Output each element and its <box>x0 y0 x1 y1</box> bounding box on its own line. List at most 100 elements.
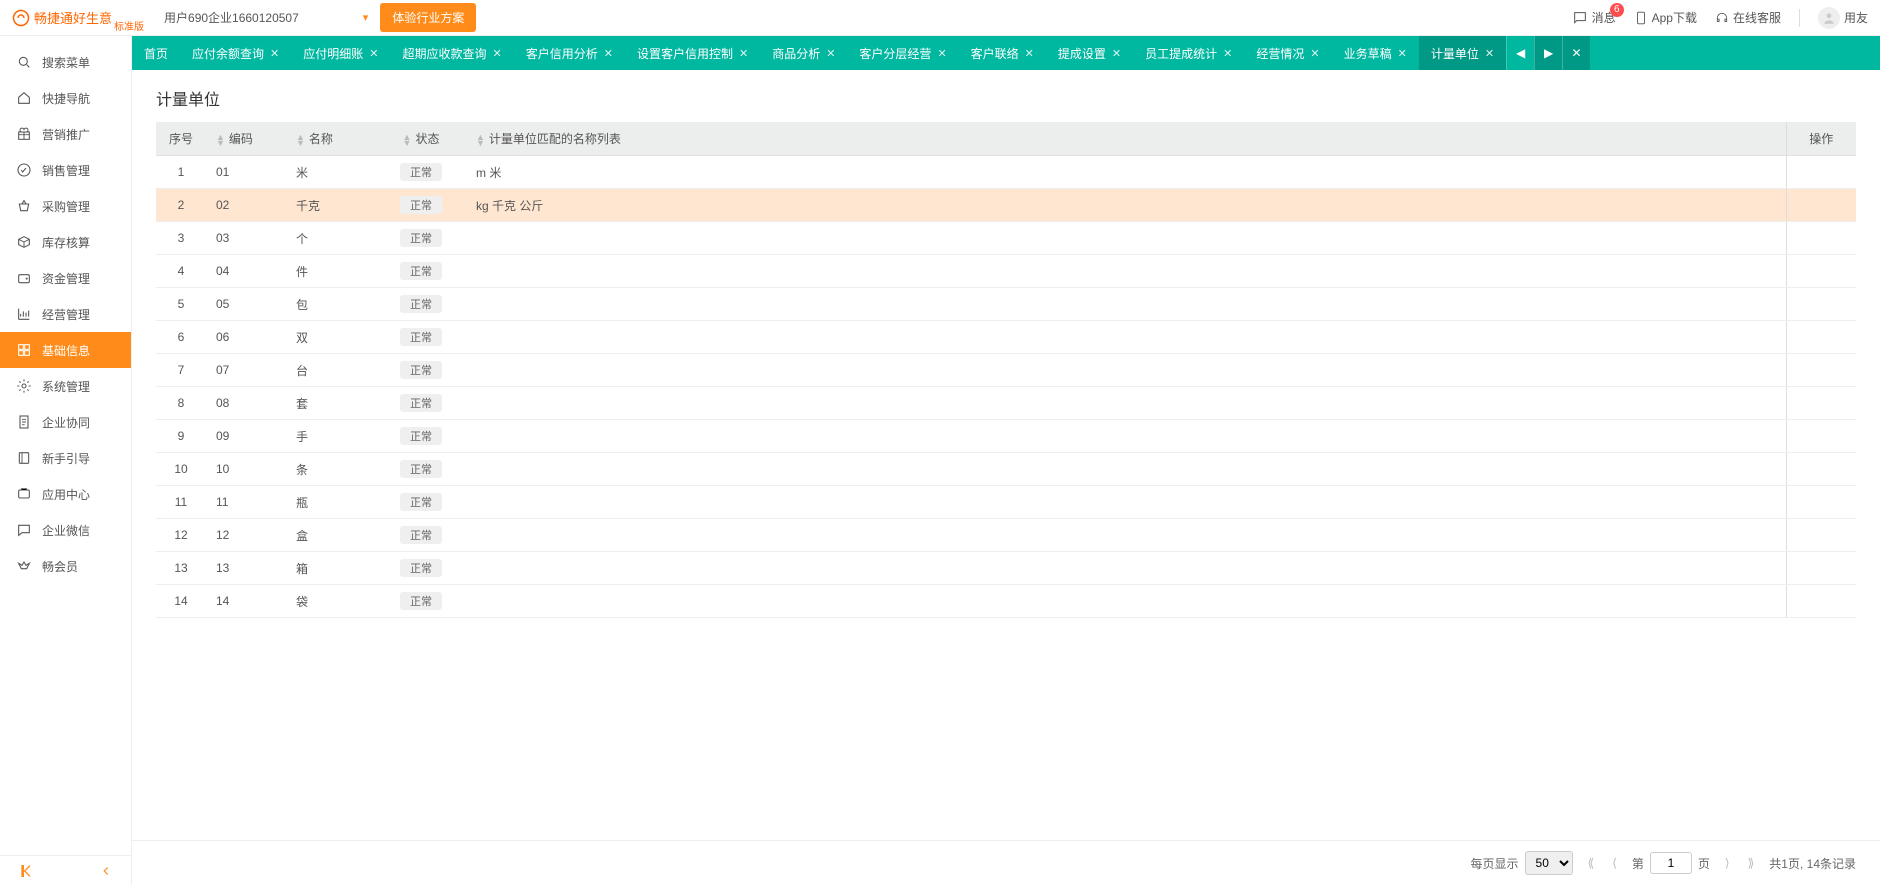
sidebar-item-12[interactable]: 应用中心 <box>0 476 131 512</box>
cell-operation <box>1786 519 1856 552</box>
tabs-close-all[interactable]: ✕ <box>1562 36 1590 70</box>
close-icon[interactable]: ✕ <box>826 47 835 60</box>
sidebar-item-14[interactable]: 畅会员 <box>0 548 131 584</box>
cell-code: 13 <box>206 552 286 585</box>
sidebar-item-label: 畅会员 <box>42 558 78 575</box>
tab-13[interactable]: 计量单位✕ <box>1419 36 1506 70</box>
sidebar-item-8[interactable]: 基础信息 <box>0 332 131 368</box>
tab-10[interactable]: 员工提成统计✕ <box>1133 36 1244 70</box>
cell-name: 瓶 <box>286 486 376 519</box>
close-icon[interactable]: ✕ <box>739 47 748 60</box>
cell-alias <box>466 222 1786 255</box>
tab-3[interactable]: 超期应收款查询✕ <box>390 36 513 70</box>
sidebar-item-2[interactable]: 营销推广 <box>0 116 131 152</box>
user-menu[interactable]: 用友 <box>1818 7 1868 29</box>
sidebar-item-0[interactable]: 搜索菜单 <box>0 44 131 80</box>
close-icon[interactable]: ✕ <box>604 47 613 60</box>
cell-code: 08 <box>206 387 286 420</box>
page-last-button[interactable]: ⟫ <box>1745 856 1758 870</box>
tab-9[interactable]: 提成设置✕ <box>1046 36 1133 70</box>
cell-operation <box>1786 189 1856 222</box>
table-wrap[interactable]: 序号 ▲▼编码 ▲▼名称 ▲▼状态 ▲▼计量单位匹配的名称列表 操作 101米正… <box>132 122 1880 840</box>
close-icon[interactable]: ✕ <box>937 47 946 60</box>
tab-1[interactable]: 应付余额查询✕ <box>180 36 291 70</box>
table-row[interactable]: 1212盒正常 <box>156 519 1856 552</box>
table-row[interactable]: 808套正常 <box>156 387 1856 420</box>
tab-7[interactable]: 客户分层经营✕ <box>847 36 958 70</box>
tab-4[interactable]: 客户信用分析✕ <box>514 36 625 70</box>
th-status[interactable]: ▲▼状态 <box>376 122 466 156</box>
close-icon[interactable]: ✕ <box>1485 47 1494 60</box>
close-icon[interactable]: ✕ <box>1398 47 1407 60</box>
tabs-scroll-right[interactable]: ▶ <box>1534 36 1562 70</box>
tenant-selector[interactable]: 用户690企业1660120507 ▾ <box>164 9 368 26</box>
tabs-scroll-left[interactable]: ◀ <box>1506 36 1534 70</box>
download-button[interactable]: App下载 <box>1634 9 1697 26</box>
th-name[interactable]: ▲▼名称 <box>286 122 376 156</box>
cell-status: 正常 <box>376 354 466 387</box>
table-row[interactable]: 1313箱正常 <box>156 552 1856 585</box>
page-next-button[interactable]: ⟩ <box>1722 856 1733 870</box>
table-row[interactable]: 707台正常 <box>156 354 1856 387</box>
close-icon[interactable]: ✕ <box>1223 47 1232 60</box>
th-index[interactable]: 序号 <box>156 122 206 156</box>
table-row[interactable]: 202千克正常kg 千克 公斤 <box>156 189 1856 222</box>
support-button[interactable]: 在线客服 <box>1715 9 1781 26</box>
table-row[interactable]: 101米正常m 米 <box>156 156 1856 189</box>
sidebar-prev-icon[interactable] <box>18 863 34 879</box>
sidebar-item-9[interactable]: 系统管理 <box>0 368 131 404</box>
cta-button[interactable]: 体验行业方案 <box>380 3 476 32</box>
sidebar-item-13[interactable]: 企业微信 <box>0 512 131 548</box>
page-first-button[interactable]: ⟪ <box>1585 856 1598 870</box>
close-icon[interactable]: ✕ <box>369 47 378 60</box>
close-icon[interactable]: ✕ <box>493 47 502 60</box>
sidebar-item-10[interactable]: 企业协同 <box>0 404 131 440</box>
table-row[interactable]: 1414袋正常 <box>156 585 1856 618</box>
cell-status: 正常 <box>376 420 466 453</box>
sidebar-item-label: 资金管理 <box>42 270 90 287</box>
table-row[interactable]: 1111瓶正常 <box>156 486 1856 519</box>
table-row[interactable]: 909手正常 <box>156 420 1856 453</box>
status-badge: 正常 <box>400 427 442 445</box>
cell-name: 米 <box>286 156 376 189</box>
tab-12[interactable]: 业务草稿✕ <box>1332 36 1419 70</box>
cell-alias: m 米 <box>466 156 1786 189</box>
table-row[interactable]: 505包正常 <box>156 288 1856 321</box>
tab-8[interactable]: 客户联络✕ <box>959 36 1046 70</box>
th-alias[interactable]: ▲▼计量单位匹配的名称列表 <box>466 122 1786 156</box>
sidebar-collapse-icon[interactable] <box>99 864 113 878</box>
per-page-select[interactable]: 50 <box>1525 851 1573 875</box>
table-row[interactable]: 606双正常 <box>156 321 1856 354</box>
page-prev-button[interactable]: ⟨ <box>1609 856 1620 870</box>
th-code[interactable]: ▲▼编码 <box>206 122 286 156</box>
separator <box>1799 9 1800 27</box>
cell-index: 12 <box>156 519 206 552</box>
sidebar-item-5[interactable]: 库存核算 <box>0 224 131 260</box>
close-icon[interactable]: ✕ <box>1025 47 1034 60</box>
tab-5[interactable]: 设置客户信用控制✕ <box>625 36 760 70</box>
tab-6[interactable]: 商品分析✕ <box>760 36 847 70</box>
table-row[interactable]: 1010条正常 <box>156 453 1856 486</box>
per-page-label: 每页显示 <box>1471 855 1519 872</box>
sidebar-item-11[interactable]: 新手引导 <box>0 440 131 476</box>
close-icon[interactable]: ✕ <box>270 47 279 60</box>
gear-icon <box>16 378 32 394</box>
tab-0[interactable]: 首页 <box>132 36 180 70</box>
table-row[interactable]: 404件正常 <box>156 255 1856 288</box>
sidebar-item-1[interactable]: 快捷导航 <box>0 80 131 116</box>
sidebar-item-4[interactable]: 采购管理 <box>0 188 131 224</box>
close-icon[interactable]: ✕ <box>1310 47 1319 60</box>
table-row[interactable]: 303个正常 <box>156 222 1856 255</box>
page-input[interactable] <box>1650 852 1692 874</box>
messages-button[interactable]: 消息 6 <box>1572 9 1616 26</box>
sidebar-item-7[interactable]: 经营管理 <box>0 296 131 332</box>
sidebar-item-label: 销售管理 <box>42 162 90 179</box>
sidebar-item-3[interactable]: 销售管理 <box>0 152 131 188</box>
close-icon[interactable]: ✕ <box>1112 47 1121 60</box>
page: 计量单位 序号 ▲▼编码 ▲▼名称 ▲▼状态 ▲▼计量单位匹配的名称列表 操作 … <box>132 70 1880 885</box>
tab-11[interactable]: 经营情况✕ <box>1244 36 1331 70</box>
tab-2[interactable]: 应付明细账✕ <box>291 36 390 70</box>
sidebar-item-6[interactable]: 资金管理 <box>0 260 131 296</box>
sidebar-item-label: 采购管理 <box>42 198 90 215</box>
message-icon <box>1572 10 1588 26</box>
